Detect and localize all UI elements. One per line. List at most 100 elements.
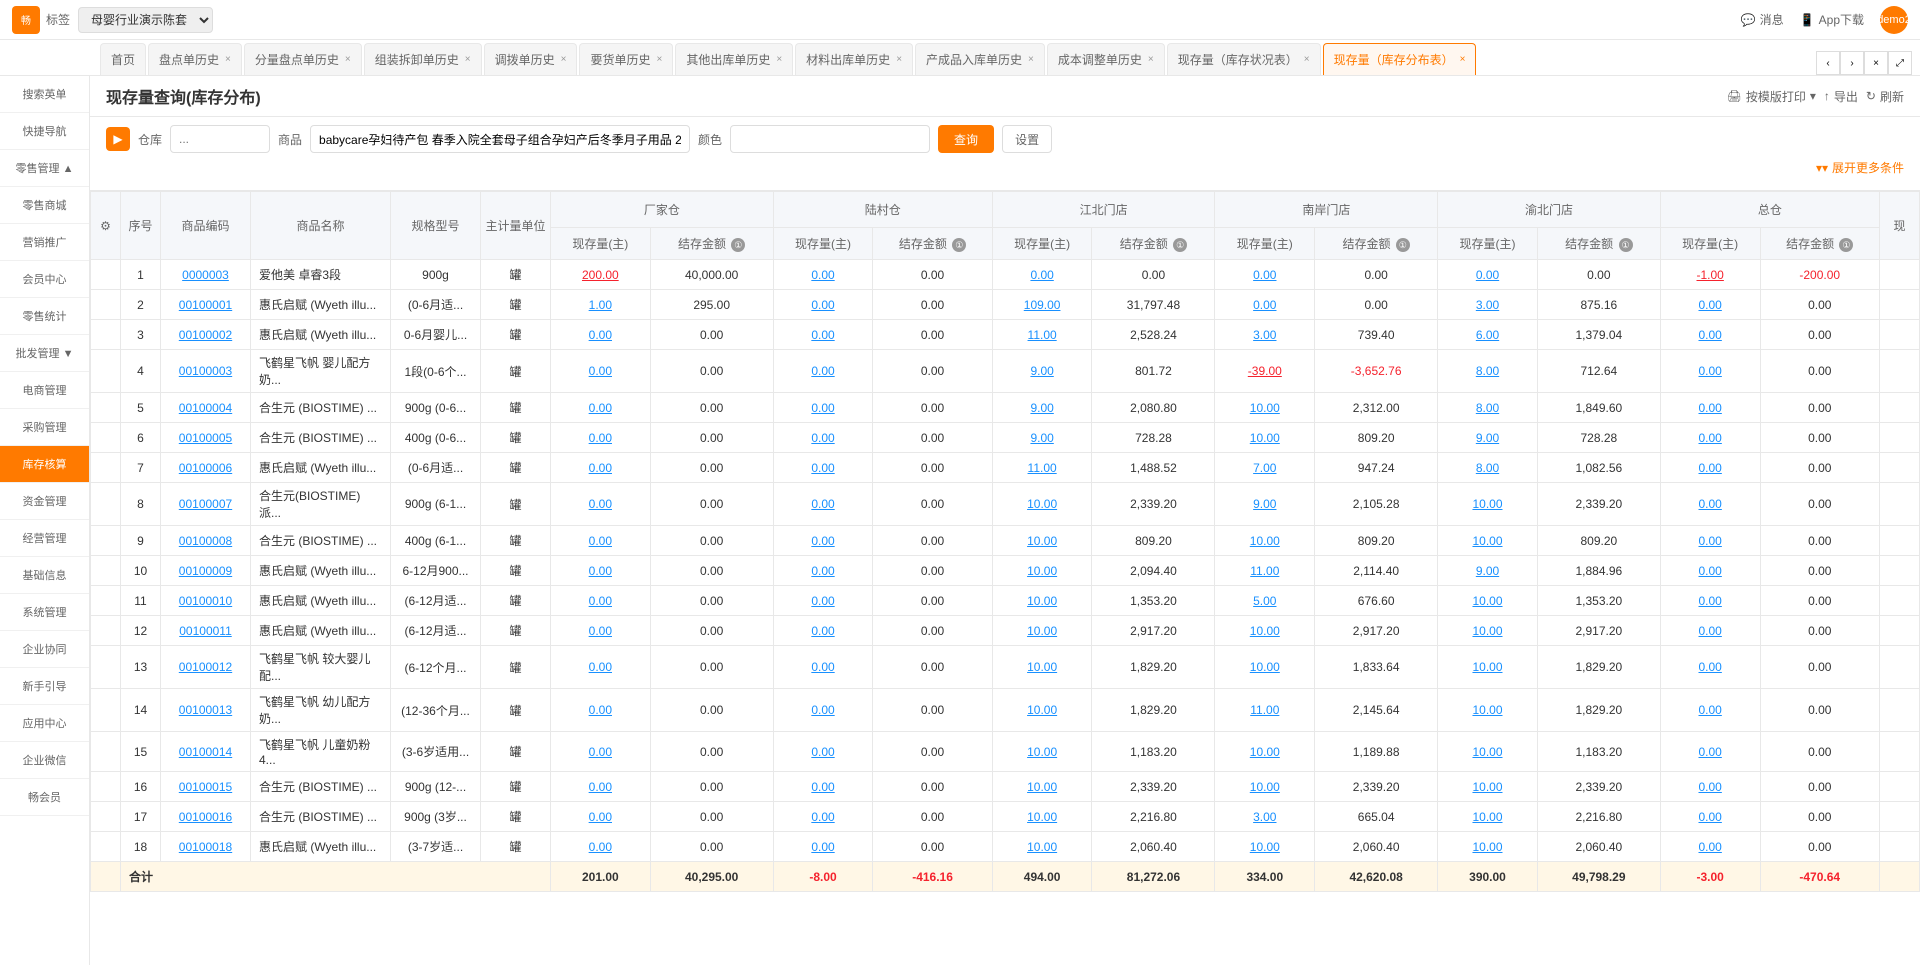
cell-nanan-qty[interactable]: 11.00: [1215, 556, 1315, 586]
tab-clck[interactable]: 材料出库单历史 ×: [795, 43, 913, 75]
cell-jiangbei-qty[interactable]: 10.00: [992, 732, 1092, 772]
cell-total-qty[interactable]: 0.00: [1660, 393, 1760, 423]
cell-total-qty[interactable]: 0.00: [1660, 689, 1760, 732]
tab-zuzcx[interactable]: 组装拆卸单历史 ×: [364, 43, 482, 75]
tab-fenliang[interactable]: 分量盘点单历史 ×: [244, 43, 362, 75]
cell-total-qty[interactable]: 0.00: [1660, 732, 1760, 772]
cell-nanan-qty[interactable]: 0.00: [1215, 260, 1315, 290]
print-btn[interactable]: 🖨 按模版打印 ▾: [1727, 88, 1816, 105]
cell-yubei-qty[interactable]: 10.00: [1438, 483, 1538, 526]
sidebar-item-mall[interactable]: 零售商城: [0, 187, 89, 224]
cell-nanan-qty[interactable]: 10.00: [1215, 832, 1315, 862]
cell-factory-qty[interactable]: 0.00: [551, 393, 651, 423]
cell-yubei-qty[interactable]: 10.00: [1438, 616, 1538, 646]
cell-factory-qty[interactable]: 0.00: [551, 772, 651, 802]
expand-more-btn[interactable]: ▾▾ 展开更多条件: [1816, 159, 1904, 176]
cell-nanan-qty[interactable]: 10.00: [1215, 393, 1315, 423]
cell-lucun-qty[interactable]: 0.00: [773, 290, 873, 320]
cell-lucun-qty[interactable]: 0.00: [773, 556, 873, 586]
cell-factory-qty[interactable]: 200.00: [551, 260, 651, 290]
cell-jiangbei-qty[interactable]: 10.00: [992, 772, 1092, 802]
cell-factory-qty[interactable]: 0.00: [551, 802, 651, 832]
cell-factory-qty[interactable]: 0.00: [551, 556, 651, 586]
sidebar-item-member[interactable]: 会员中心: [0, 261, 89, 298]
sidebar-item-operation[interactable]: 经营管理: [0, 520, 89, 557]
cell-lucun-qty[interactable]: 0.00: [773, 772, 873, 802]
cell-factory-qty[interactable]: 0.00: [551, 320, 651, 350]
settings-btn[interactable]: 设置: [1002, 125, 1052, 153]
tab-diaob[interactable]: 调拨单历史 ×: [484, 43, 578, 75]
cell-total-qty[interactable]: 0.00: [1660, 290, 1760, 320]
cell-yubei-qty[interactable]: 0.00: [1438, 260, 1538, 290]
sidebar-item-purchase[interactable]: 采购管理: [0, 409, 89, 446]
cell-factory-qty[interactable]: 0.00: [551, 586, 651, 616]
cell-factory-qty[interactable]: 1.00: [551, 290, 651, 320]
cell-jiangbei-qty[interactable]: 10.00: [992, 586, 1092, 616]
cell-total-qty[interactable]: 0.00: [1660, 772, 1760, 802]
sidebar-item-wechat[interactable]: 企业微信: [0, 742, 89, 779]
sidebar-item-enterprise[interactable]: 企业协同: [0, 631, 89, 668]
sidebar-item-system[interactable]: 系统管理: [0, 594, 89, 631]
cell-factory-qty[interactable]: 0.00: [551, 483, 651, 526]
company-dropdown[interactable]: 母婴行业演示陈套: [78, 7, 213, 33]
cell-factory-qty[interactable]: 0.00: [551, 616, 651, 646]
cell-factory-qty[interactable]: 0.00: [551, 689, 651, 732]
cell-lucun-qty[interactable]: 0.00: [773, 350, 873, 393]
sidebar-item-inventory[interactable]: 库存核算: [0, 446, 89, 483]
cell-total-qty[interactable]: 0.00: [1660, 646, 1760, 689]
sidebar-item-retailstat[interactable]: 零售统计: [0, 298, 89, 335]
cell-lucun-qty[interactable]: 0.00: [773, 732, 873, 772]
cell-nanan-qty[interactable]: -39.00: [1215, 350, 1315, 393]
tab-yaohuo[interactable]: 要货单历史 ×: [579, 43, 673, 75]
cell-lucun-qty[interactable]: 0.00: [773, 423, 873, 453]
cell-yubei-qty[interactable]: 10.00: [1438, 802, 1538, 832]
filter-expand-arrow[interactable]: ▶: [106, 127, 130, 151]
sidebar-item-retail[interactable]: 零售管理 ▲: [0, 150, 89, 187]
sidebar-item-apps[interactable]: 应用中心: [0, 705, 89, 742]
cell-lucun-qty[interactable]: 0.00: [773, 483, 873, 526]
cell-yubei-qty[interactable]: 8.00: [1438, 393, 1538, 423]
cell-nanan-qty[interactable]: 9.00: [1215, 483, 1315, 526]
cell-total-qty[interactable]: -1.00: [1660, 260, 1760, 290]
cell-yubei-qty[interactable]: 10.00: [1438, 772, 1538, 802]
cell-total-qty[interactable]: 0.00: [1660, 832, 1760, 862]
cell-lucun-qty[interactable]: 0.00: [773, 802, 873, 832]
cell-nanan-qty[interactable]: 10.00: [1215, 423, 1315, 453]
app-download-btn[interactable]: 📱 App下载: [1800, 11, 1864, 28]
cell-yubei-qty[interactable]: 10.00: [1438, 689, 1538, 732]
goods-input[interactable]: [310, 125, 690, 153]
cell-nanan-qty[interactable]: 3.00: [1215, 320, 1315, 350]
sidebar-item-ecommerce[interactable]: 电商管理: [0, 372, 89, 409]
user-avatar[interactable]: demo2: [1880, 6, 1908, 34]
cell-jiangbei-qty[interactable]: 9.00: [992, 393, 1092, 423]
tab-ccrk[interactable]: 产成品入库单历史 ×: [915, 43, 1045, 75]
tab-close-all-btn[interactable]: ×: [1864, 51, 1888, 75]
cell-nanan-qty[interactable]: 10.00: [1215, 526, 1315, 556]
tab-kczt[interactable]: 现存量（库存状况表） ×: [1167, 43, 1321, 75]
message-btn[interactable]: 💬 消息: [1741, 11, 1784, 28]
cell-lucun-qty[interactable]: 0.00: [773, 832, 873, 862]
sidebar-item-wholesale[interactable]: 批发管理 ▼: [0, 335, 89, 372]
tab-next-btn[interactable]: ›: [1840, 51, 1864, 75]
tab-prev-btn[interactable]: ‹: [1816, 51, 1840, 75]
cell-jiangbei-qty[interactable]: 10.00: [992, 616, 1092, 646]
cell-jiangbei-qty[interactable]: 11.00: [992, 320, 1092, 350]
cell-yubei-qty[interactable]: 10.00: [1438, 586, 1538, 616]
cell-total-qty[interactable]: 0.00: [1660, 350, 1760, 393]
cell-lucun-qty[interactable]: 0.00: [773, 526, 873, 556]
cell-nanan-qty[interactable]: 0.00: [1215, 290, 1315, 320]
cell-nanan-qty[interactable]: 10.00: [1215, 772, 1315, 802]
cell-jiangbei-qty[interactable]: 9.00: [992, 423, 1092, 453]
cell-yubei-qty[interactable]: 10.00: [1438, 646, 1538, 689]
sidebar-item-nav[interactable]: 快捷导航: [0, 113, 89, 150]
tab-cbtz[interactable]: 成本调整单历史 ×: [1047, 43, 1165, 75]
cell-lucun-qty[interactable]: 0.00: [773, 393, 873, 423]
cell-yubei-qty[interactable]: 10.00: [1438, 526, 1538, 556]
cell-jiangbei-qty[interactable]: 10.00: [992, 556, 1092, 586]
cell-nanan-qty[interactable]: 10.00: [1215, 616, 1315, 646]
warehouse-input[interactable]: [170, 125, 270, 153]
cell-yubei-qty[interactable]: 9.00: [1438, 423, 1538, 453]
sidebar-item-search[interactable]: 搜索英单: [0, 76, 89, 113]
cell-jiangbei-qty[interactable]: 10.00: [992, 689, 1092, 732]
cell-nanan-qty[interactable]: 10.00: [1215, 732, 1315, 772]
